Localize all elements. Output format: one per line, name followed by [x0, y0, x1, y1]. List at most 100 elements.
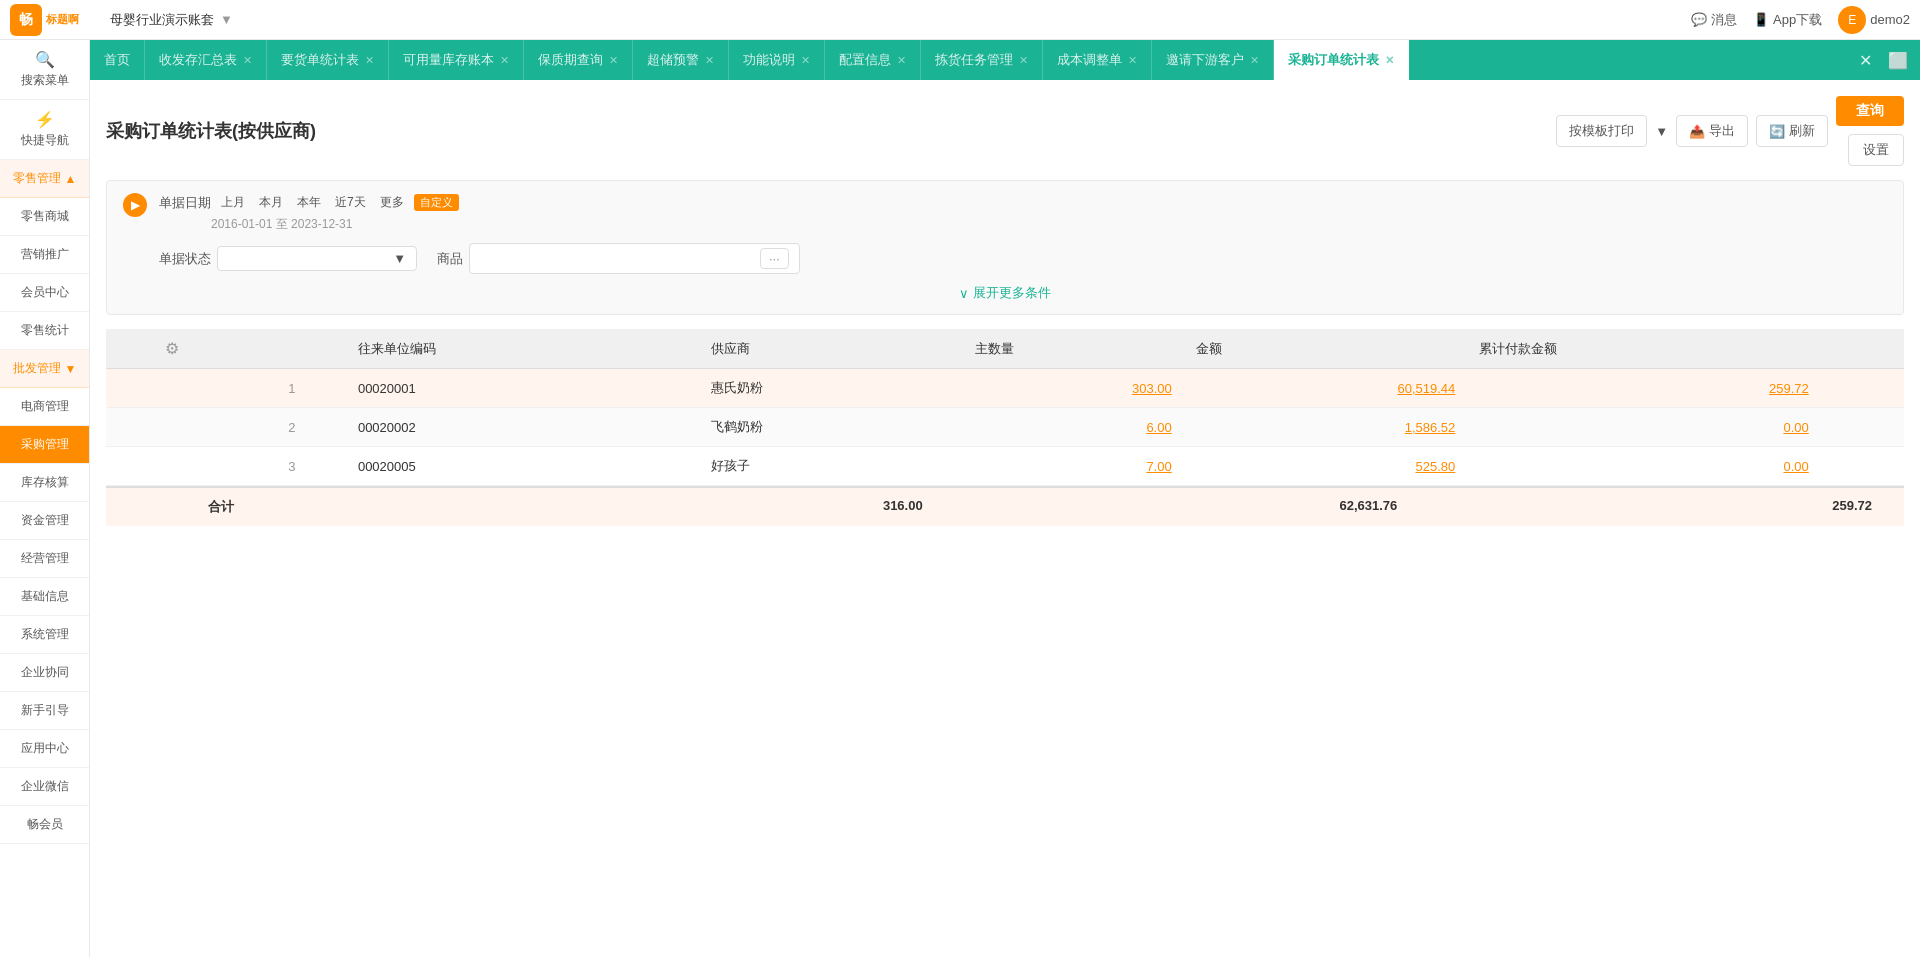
sidebar-group-wholesale[interactable]: 批发管理 ▼ [0, 350, 89, 388]
sidebar-item-appcenter[interactable]: 应用中心 [0, 730, 89, 768]
query-button[interactable]: 查询 [1836, 96, 1904, 126]
sidebar-item-newguide[interactable]: 新手引导 [0, 692, 89, 730]
refresh-button[interactable]: 🔄 刷新 [1756, 115, 1828, 147]
row-settings [106, 369, 238, 408]
tab-function-desc[interactable]: 功能说明 ✕ [729, 40, 825, 80]
close-icon[interactable]: ✕ [1019, 54, 1028, 67]
row-amount[interactable]: 525.80 [1184, 447, 1468, 486]
close-icon[interactable]: ✕ [1128, 54, 1137, 67]
date-shortcuts: 上月 本月 本年 近7天 更多 自定义 [217, 193, 459, 212]
row-amount[interactable]: 60,519.44 [1184, 369, 1468, 408]
filter-area: ▶ 单据日期 上月 本月 本年 近7天 [106, 180, 1904, 315]
sidebar-item-inventory[interactable]: 库存核算 [0, 464, 89, 502]
sidebar-item-search[interactable]: 🔍 搜索菜单 [0, 40, 89, 100]
more-options-button[interactable]: ··· [760, 248, 789, 269]
settings-icon[interactable]: ⚙ [165, 340, 179, 357]
sidebar-item-wecom[interactable]: 企业微信 [0, 768, 89, 806]
sidebar-item-label: 系统管理 [21, 626, 69, 643]
table-row[interactable]: 2 00020002 飞鹤奶粉 6.00 1,586.52 0.00 [106, 408, 1904, 447]
row-quantity[interactable]: 6.00 [963, 408, 1184, 447]
chevron-down-icon: ▼ [65, 362, 77, 376]
sidebar-item-ecommerce[interactable]: 电商管理 [0, 388, 89, 426]
date-this-month[interactable]: 本月 [255, 193, 287, 212]
close-icon[interactable]: ✕ [897, 54, 906, 67]
row-quantity[interactable]: 7.00 [963, 447, 1184, 486]
app-download-button[interactable]: 📱 App下载 [1753, 11, 1822, 29]
sidebar-item-marketing[interactable]: 营销推广 [0, 236, 89, 274]
sidebar-item-label: 库存核算 [21, 474, 69, 491]
sidebar-item-retail-shop[interactable]: 零售商城 [0, 198, 89, 236]
message-button[interactable]: 💬 消息 [1691, 11, 1737, 29]
maximize-window-button[interactable]: ⬜ [1884, 47, 1912, 74]
table-footer: 合计 316.00 62,631.76 259.72 [106, 486, 1904, 526]
sidebar-item-vip[interactable]: 畅会员 [0, 806, 89, 844]
chevron-down-icon[interactable]: ▼ [1655, 124, 1668, 139]
chevron-down-icon: ∨ [959, 286, 969, 301]
tab-picking-task[interactable]: 拣货任务管理 ✕ [921, 40, 1043, 80]
date-more[interactable]: 更多 [376, 193, 408, 212]
row-paid-amount[interactable]: 0.00 [1467, 447, 1820, 486]
collapse-toggle-button[interactable]: ▶ [123, 193, 147, 217]
logo-text: 标题啊 [46, 13, 79, 26]
sidebar-item-finance[interactable]: 资金管理 [0, 502, 89, 540]
close-icon[interactable]: ✕ [1385, 54, 1394, 67]
tab-overstock-warning[interactable]: 超储预警 ✕ [633, 40, 729, 80]
tab-cost-adjust[interactable]: 成本调整单 ✕ [1043, 40, 1152, 80]
date-custom-badge[interactable]: 自定义 [414, 194, 459, 211]
tab-receive-summary[interactable]: 收发存汇总表 ✕ [145, 40, 267, 80]
tab-home[interactable]: 首页 [90, 40, 145, 80]
sidebar-item-label: 搜索菜单 [21, 72, 69, 89]
footer-label: 合计 [118, 498, 468, 516]
logo-area: 畅 标题啊 [10, 4, 100, 36]
date-last-7-days[interactable]: 近7天 [331, 193, 370, 212]
table-row[interactable]: 1 00020001 惠氏奶粉 303.00 60,519.44 259.72 [106, 369, 1904, 408]
sidebar-group-retail[interactable]: 零售管理 ▲ [0, 160, 89, 198]
close-window-button[interactable]: ✕ [1855, 47, 1876, 74]
sidebar-item-purchase[interactable]: 采购管理 [0, 426, 89, 464]
status-select[interactable]: ▼ [217, 246, 417, 271]
close-icon[interactable]: ✕ [801, 54, 810, 67]
product-input[interactable]: ··· [469, 243, 800, 274]
sidebar-item-member[interactable]: 会员中心 [0, 274, 89, 312]
tab-available-inventory[interactable]: 可用量库存账本 ✕ [389, 40, 524, 80]
expand-conditions-button[interactable]: ∨ 展开更多条件 [959, 284, 1051, 302]
row-quantity[interactable]: 303.00 [963, 369, 1184, 408]
sidebar-item-operations[interactable]: 经营管理 [0, 540, 89, 578]
tab-purchase-order-stat[interactable]: 采购订单统计表 ✕ [1274, 40, 1409, 80]
row-amount[interactable]: 1,586.52 [1184, 408, 1468, 447]
user-menu[interactable]: E demo2 [1838, 6, 1910, 34]
filter-fields: 单据日期 上月 本月 本年 近7天 更多 自定义 [159, 193, 1887, 274]
close-icon[interactable]: ✕ [1250, 54, 1259, 67]
sidebar-item-basic[interactable]: 基础信息 [0, 578, 89, 616]
close-icon[interactable]: ✕ [500, 54, 509, 67]
sidebar-item-label: 企业协同 [21, 664, 69, 681]
tab-order-summary[interactable]: 要货单统计表 ✕ [267, 40, 389, 80]
sidebar-item-retail-stat[interactable]: 零售统计 [0, 312, 89, 350]
tab-invite-downstream[interactable]: 邀请下游客户 ✕ [1152, 40, 1274, 80]
sidebar-item-enterprise[interactable]: 企业协同 [0, 654, 89, 692]
row-paid-amount[interactable]: 259.72 [1467, 369, 1820, 408]
status-filter-item: 单据状态 ▼ [159, 246, 417, 271]
tab-config-info[interactable]: 配置信息 ✕ [825, 40, 921, 80]
workspace-selector[interactable]: 母婴行业演示账套 ▼ [100, 11, 1691, 29]
footer-quantity: 316.00 [468, 498, 943, 516]
close-icon[interactable]: ✕ [365, 54, 374, 67]
export-button[interactable]: 📤 导出 [1676, 115, 1748, 147]
print-button[interactable]: 按模板打印 [1556, 115, 1647, 147]
date-last-month[interactable]: 上月 [217, 193, 249, 212]
setting-button[interactable]: 设置 [1848, 134, 1904, 166]
close-icon[interactable]: ✕ [705, 54, 714, 67]
row-supplier: 飞鹤奶粉 [699, 408, 962, 447]
row-index: 2 [238, 408, 346, 447]
table-row[interactable]: 3 00020005 好孩子 7.00 525.80 0.00 [106, 447, 1904, 486]
date-this-year[interactable]: 本年 [293, 193, 325, 212]
tab-expiry-query[interactable]: 保质期查询 ✕ [524, 40, 633, 80]
top-right-actions: 💬 消息 📱 App下载 E demo2 [1691, 6, 1910, 34]
row-paid-amount[interactable]: 0.00 [1467, 408, 1820, 447]
sidebar-item-label: 基础信息 [21, 588, 69, 605]
filter-expand-row: ∨ 展开更多条件 [123, 284, 1887, 302]
sidebar-item-shortcut[interactable]: ⚡ 快捷导航 [0, 100, 89, 160]
close-icon[interactable]: ✕ [609, 54, 618, 67]
sidebar-item-system[interactable]: 系统管理 [0, 616, 89, 654]
close-icon[interactable]: ✕ [243, 54, 252, 67]
